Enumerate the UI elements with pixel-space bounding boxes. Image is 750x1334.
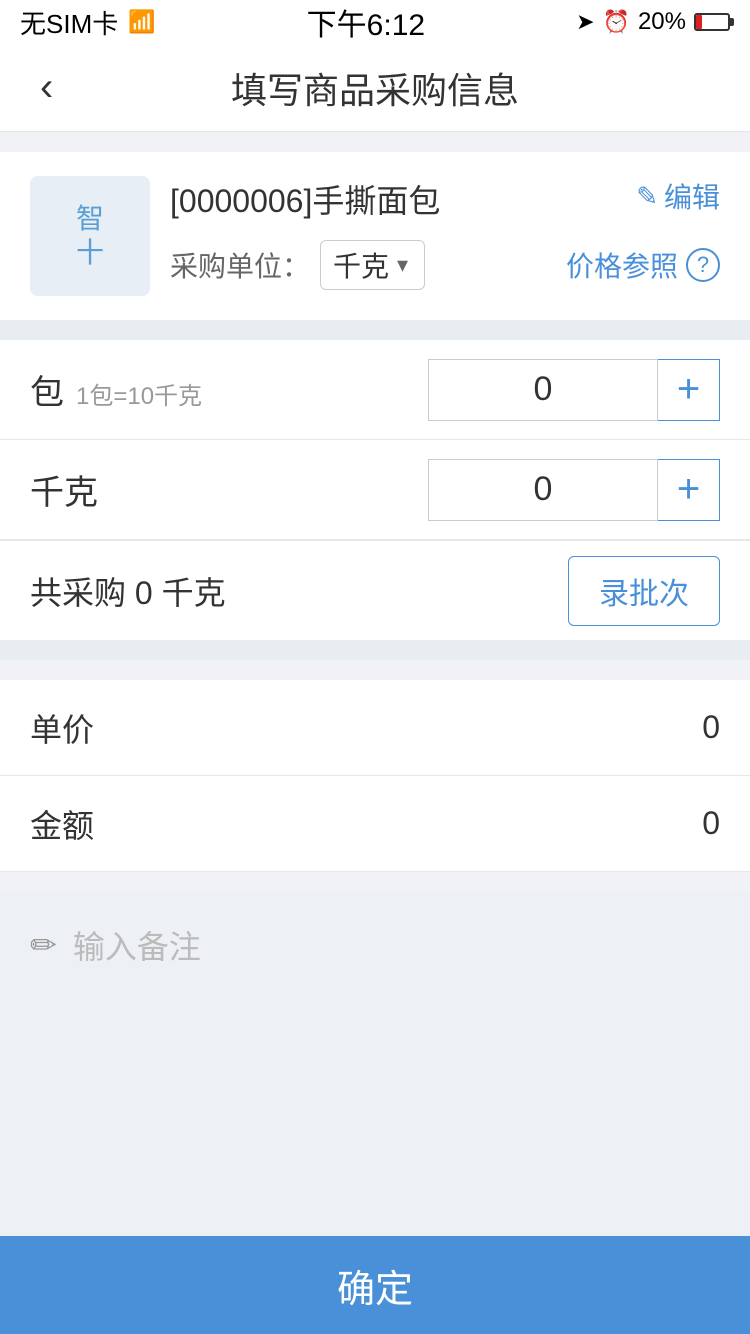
help-icon: ? (686, 248, 720, 282)
kg-plus-button[interactable]: + (658, 459, 720, 521)
product-card: 智 十 [0000006]手撕面包 ✎ 编辑 采购单位： 千克 ▾ 价格参照 ? (0, 152, 750, 320)
bag-plus-button[interactable]: + (658, 359, 720, 421)
battery-text: 20% (638, 8, 686, 36)
bag-sub-label: 1包=10千克 (76, 376, 202, 411)
amount-value: 0 (702, 805, 720, 842)
kg-quantity-input[interactable] (428, 459, 658, 521)
edit-label: 编辑 (664, 176, 720, 216)
product-logo: 智 十 (76, 202, 104, 269)
unit-select[interactable]: 千克 ▾ (320, 240, 425, 290)
bag-input-row: 包 1包=10千克 + (0, 340, 750, 440)
status-right: ➤ ⏰ 20% (576, 8, 730, 36)
notes-placeholder: 输入备注 (73, 922, 201, 968)
unit-price-row: 单价 0 (0, 680, 750, 776)
status-bar: 无SIM卡 📶 下午6:12 ➤ ⏰ 20% (0, 0, 750, 44)
bag-quantity-input[interactable] (428, 359, 658, 421)
time-text: 下午6:12 (307, 0, 425, 44)
total-row: 共采购 0 千克 录批次 (0, 540, 750, 640)
kg-label: 千克 (30, 465, 98, 514)
product-image: 智 十 (30, 176, 150, 296)
edit-icon: ✎ (636, 181, 658, 212)
section-divider-2 (0, 640, 750, 660)
price-ref-label: 价格参照 (566, 245, 678, 285)
product-name: [0000006]手撕面包 (170, 176, 440, 222)
kg-input-group: + (428, 459, 720, 521)
unit-price-value: 0 (702, 709, 720, 746)
total-text: 共采购 0 千克 (30, 568, 226, 614)
status-left: 无SIM卡 📶 (20, 4, 156, 41)
amount-row: 金额 0 (0, 776, 750, 872)
unit-price-label: 单价 (30, 705, 94, 751)
back-button[interactable]: ‹ (30, 55, 63, 120)
amount-label: 金额 (30, 801, 94, 847)
location-icon: ➤ (576, 9, 594, 35)
price-ref-button[interactable]: 价格参照 ? (566, 245, 720, 285)
wifi-icon: 📶 (128, 9, 155, 35)
alarm-icon: ⏰ (603, 9, 630, 35)
unit-label: 采购单位： (170, 245, 310, 285)
dropdown-arrow-icon: ▾ (397, 252, 408, 278)
notes-section[interactable]: ✏ 输入备注 (0, 892, 750, 1272)
input-section: 包 1包=10千克 + 千克 + 共采购 0 千克 录批次 (0, 340, 750, 640)
battery-icon (694, 13, 730, 31)
bag-input-group: + (428, 359, 720, 421)
bag-label: 包 (30, 365, 64, 414)
record-batch-button[interactable]: 录批次 (568, 556, 720, 626)
nav-bar: ‹ 填写商品采购信息 (0, 44, 750, 132)
edit-button[interactable]: ✎ 编辑 (636, 176, 720, 216)
unit-value: 千克 (333, 245, 389, 285)
product-info: [0000006]手撕面包 ✎ 编辑 采购单位： 千克 ▾ 价格参照 ? (170, 176, 720, 290)
kg-input-row: 千克 + (0, 440, 750, 540)
section-divider-1 (0, 320, 750, 340)
carrier-text: 无SIM卡 (20, 4, 118, 41)
pencil-icon: ✏ (30, 926, 57, 964)
confirm-button[interactable]: 确定 (0, 1236, 750, 1334)
page-title: 填写商品采购信息 (231, 62, 519, 114)
price-section: 单价 0 金额 0 (0, 680, 750, 872)
